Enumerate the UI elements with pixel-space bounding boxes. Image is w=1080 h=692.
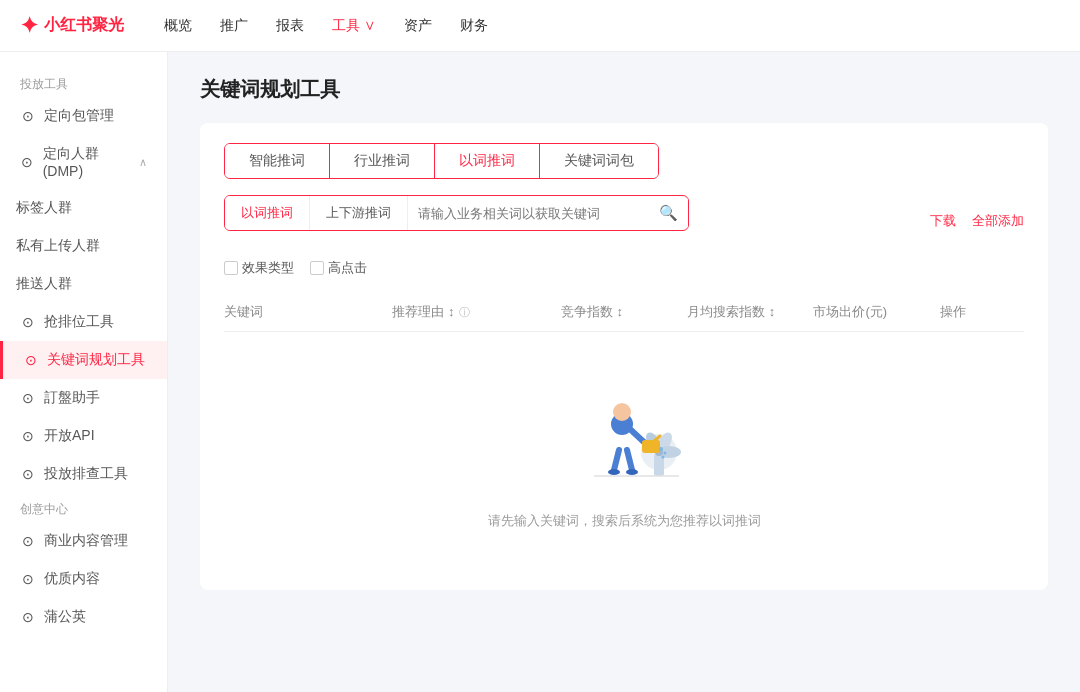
sidebar-item-open-api[interactable]: ⊙ 开放API <box>0 417 167 455</box>
filter-row: 效果类型 高点击 <box>224 259 1024 277</box>
nav-menu: 概览 推广 报表 工具 ∨ 资产 财务 <box>164 17 488 35</box>
order-icon: ⊙ <box>20 390 36 406</box>
main-content: 关键词规划工具 智能推词 行业推词 以词推词 关键词词包 以词推词 上下游推词 … <box>168 52 1080 692</box>
content-icon: ⊙ <box>20 533 36 549</box>
logo-icon: ✦ <box>20 13 38 39</box>
sidebar-label: 关键词规划工具 <box>47 351 145 369</box>
quality-icon: ⊙ <box>20 571 36 587</box>
tab-word-suggest[interactable]: 以词推词 <box>435 144 540 178</box>
chevron-icon: ∧ <box>139 156 147 169</box>
tab-keyword-pkg[interactable]: 关键词词包 <box>540 144 658 178</box>
nav-overview[interactable]: 概览 <box>164 17 192 35</box>
tab-industry-suggest[interactable]: 行业推词 <box>330 144 435 178</box>
nav-tools[interactable]: 工具 ∨ <box>332 17 376 35</box>
sidebar-label: 抢排位工具 <box>44 313 114 331</box>
sidebar-label: 优质内容 <box>44 570 100 588</box>
sidebar-label: 商业内容管理 <box>44 532 128 550</box>
filter-high-click-label: 高点击 <box>328 259 367 277</box>
sidebar-item-tag-crowd[interactable]: 标签人群 <box>0 189 167 227</box>
svg-rect-9 <box>642 440 660 453</box>
keyword-search-input[interactable] <box>418 206 651 221</box>
sidebar-label: 定向包管理 <box>44 107 114 125</box>
nav-finance[interactable]: 财务 <box>460 17 488 35</box>
sidebar-item-ranking[interactable]: ⊙ 抢排位工具 <box>0 303 167 341</box>
check-icon: ⊙ <box>20 466 36 482</box>
dmp-icon: ⊙ <box>20 154 35 170</box>
col-header-monthly-search: 月均搜索指数 ↕ <box>687 303 813 321</box>
page-layout: 投放工具 ⊙ 定向包管理 ⊙ 定向人群(DMP) ∧ 标签人群 私有上传人群 推… <box>0 52 1080 692</box>
dandelion-icon: ⊙ <box>20 609 36 625</box>
svg-point-16 <box>608 469 620 475</box>
sidebar-item-quality-content[interactable]: ⊙ 优质内容 <box>0 560 167 598</box>
sidebar-label: 标签人群 <box>16 199 72 217</box>
sidebar-item-dmp[interactable]: ⊙ 定向人群(DMP) ∧ <box>0 135 167 189</box>
sidebar-item-content-mgmt[interactable]: ⊙ 商业内容管理 <box>0 522 167 560</box>
table-header: 关键词 推荐理由 ↕ ⓘ 竞争指数 ↕ 月均搜索指数 ↕ 市场出价(元) 操作 <box>224 293 1024 332</box>
sidebar: 投放工具 ⊙ 定向包管理 ⊙ 定向人群(DMP) ∧ 标签人群 私有上传人群 推… <box>0 52 168 692</box>
ranking-icon: ⊙ <box>20 314 36 330</box>
svg-point-11 <box>659 447 663 451</box>
sidebar-label: 蒲公英 <box>44 608 86 626</box>
sidebar-item-placement-check[interactable]: ⊙ 投放排查工具 <box>0 455 167 493</box>
svg-point-7 <box>613 403 631 421</box>
nav-report[interactable]: 报表 <box>276 17 304 35</box>
col-header-action: 操作 <box>940 303 1024 321</box>
tab-smart-suggest[interactable]: 智能推词 <box>225 144 330 178</box>
search-input-wrap: 🔍 <box>408 198 688 228</box>
col-header-reason: 推荐理由 ↕ ⓘ <box>392 303 560 321</box>
download-button[interactable]: 下载 <box>930 212 956 230</box>
sidebar-label: 訂盤助手 <box>44 389 100 407</box>
sidebar-section-creative: 创意中心 <box>0 493 167 522</box>
top-navigation: ✦ 小红书聚光 概览 推广 报表 工具 ∨ 资产 财务 <box>0 0 1080 52</box>
svg-point-13 <box>662 456 665 459</box>
search-action-row: 以词推词 上下游推词 🔍 下载 全部添加 <box>224 195 1024 247</box>
empty-state-text: 请先输入关键词，搜索后系统为您推荐以词推词 <box>488 512 761 530</box>
brand-name: 小红书聚光 <box>44 15 124 36</box>
svg-point-17 <box>626 469 638 475</box>
empty-state: 请先输入关键词，搜索后系统为您推荐以词推词 <box>224 332 1024 570</box>
high-click-checkbox[interactable] <box>310 261 324 275</box>
sidebar-label: 定向人群(DMP) <box>43 145 131 179</box>
sidebar-label: 私有上传人群 <box>16 237 100 255</box>
keyword-icon: ⊙ <box>23 352 39 368</box>
add-all-button[interactable]: 全部添加 <box>972 212 1024 230</box>
reason-info-icon[interactable]: ⓘ <box>459 305 470 320</box>
main-card: 智能推词 行业推词 以词推词 关键词词包 以词推词 上下游推词 🔍 下载 全部 <box>200 123 1048 590</box>
filter-effect-label: 效果类型 <box>242 259 294 277</box>
effect-type-checkbox[interactable] <box>224 261 238 275</box>
col-header-keyword: 关键词 <box>224 303 392 321</box>
sidebar-item-upload-crowd[interactable]: 私有上传人群 <box>0 227 167 265</box>
sidebar-item-push-crowd[interactable]: 推送人群 <box>0 265 167 303</box>
sidebar-label: 开放API <box>44 427 95 445</box>
nav-assets[interactable]: 资产 <box>404 17 432 35</box>
search-icon[interactable]: 🔍 <box>659 204 678 222</box>
sidebar-item-targeting-pkg[interactable]: ⊙ 定向包管理 <box>0 97 167 135</box>
sub-tab-word-suggest[interactable]: 以词推词 <box>225 196 310 230</box>
svg-point-12 <box>664 452 667 455</box>
filter-high-click[interactable]: 高点击 <box>310 259 367 277</box>
sub-tab-upstream-suggest[interactable]: 上下游推词 <box>310 196 408 230</box>
sidebar-section-tools: 投放工具 <box>0 68 167 97</box>
main-tabs: 智能推词 行业推词 以词推词 关键词词包 <box>224 143 659 179</box>
sidebar-label: 投放排查工具 <box>44 465 128 483</box>
search-bar-container: 以词推词 上下游推词 🔍 <box>224 195 689 231</box>
sidebar-label: 推送人群 <box>16 275 72 293</box>
filter-effect-type[interactable]: 效果类型 <box>224 259 294 277</box>
sidebar-item-dandelion[interactable]: ⊙ 蒲公英 <box>0 598 167 636</box>
targeting-pkg-icon: ⊙ <box>20 108 36 124</box>
nav-promote[interactable]: 推广 <box>220 17 248 35</box>
col-header-price: 市场出价(元) <box>813 303 939 321</box>
svg-line-14 <box>614 450 619 470</box>
col-header-compete: 竞争指数 ↕ <box>561 303 687 321</box>
api-icon: ⊙ <box>20 428 36 444</box>
empty-svg <box>564 392 694 502</box>
svg-line-15 <box>627 450 632 470</box>
page-title: 关键词规划工具 <box>200 76 1048 103</box>
empty-illustration <box>564 392 684 492</box>
sidebar-item-order-assistant[interactable]: ⊙ 訂盤助手 <box>0 379 167 417</box>
sidebar-item-keyword-tool[interactable]: ⊙ 关键词规划工具 <box>0 341 167 379</box>
brand-logo: ✦ 小红书聚光 <box>20 13 124 39</box>
